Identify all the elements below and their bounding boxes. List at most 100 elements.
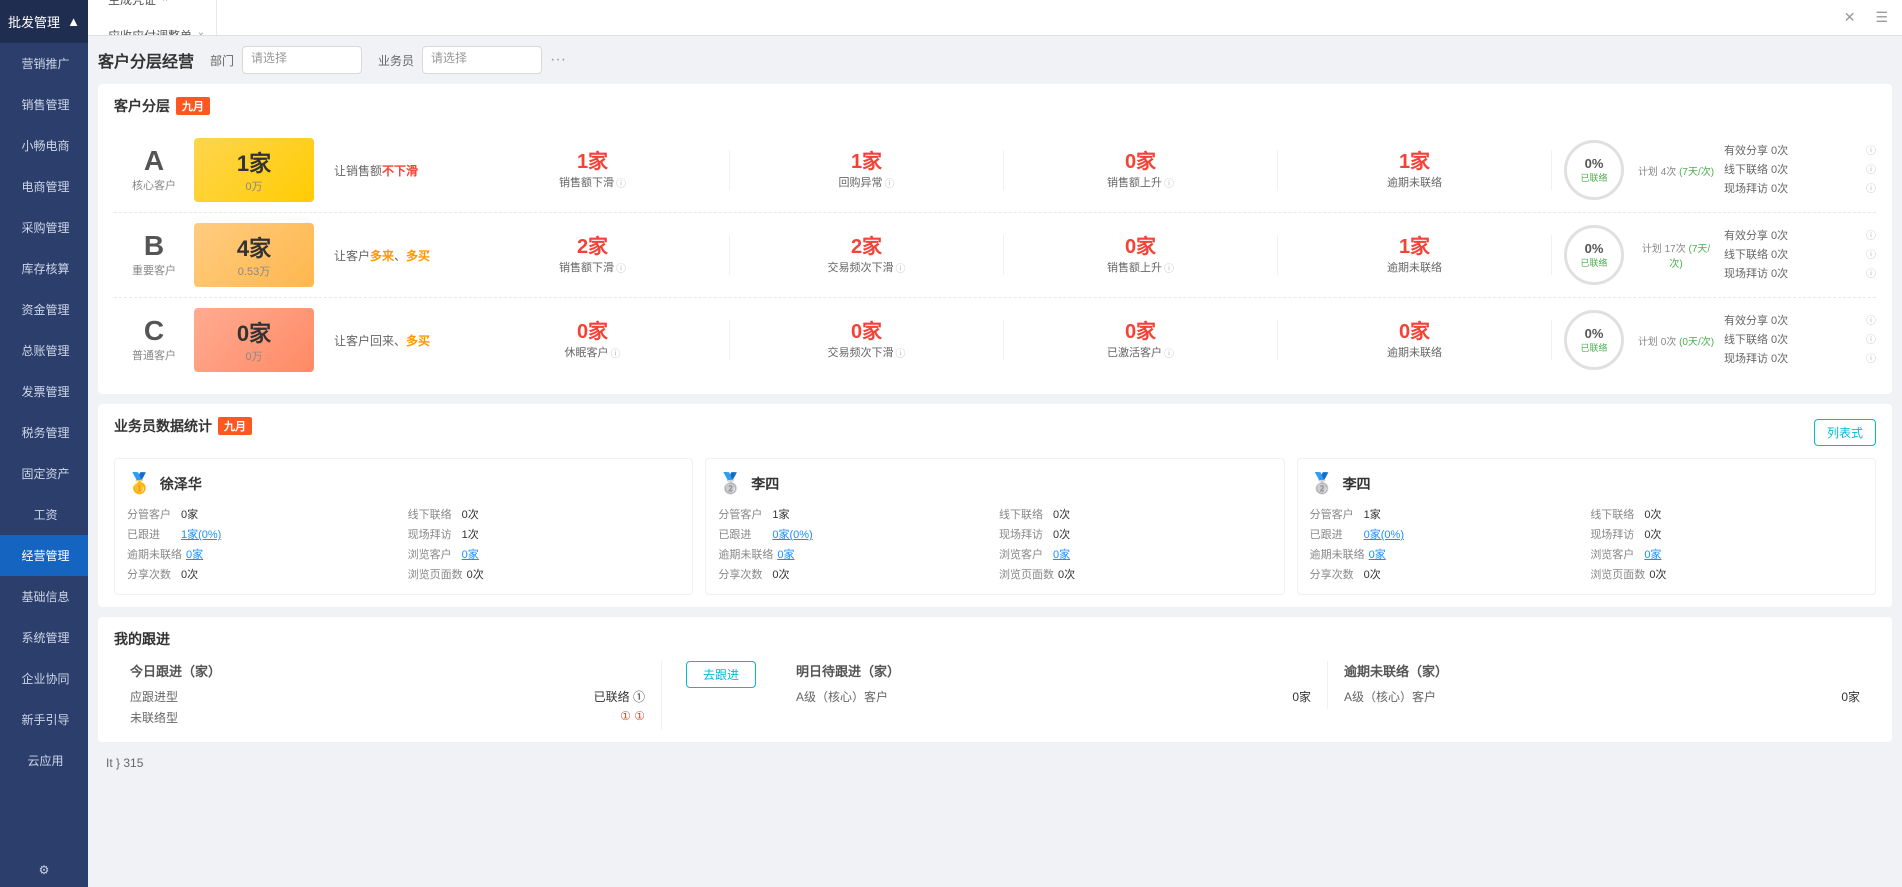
agent-stat-1-0: 分管客户1家	[718, 506, 991, 522]
stat-c-2: 0家 交易频次下滑 ⓘ	[730, 320, 1004, 360]
tier-amount-c: 0家 0万	[194, 308, 314, 372]
overdue-row-1: A级（核心）客户 0家	[1344, 688, 1860, 705]
tier-row-a: A 核心客户 1家 0万 让销售额不下滑 1家 销售额下滑 ⓘ 1家	[114, 128, 1876, 213]
agent-filter: 业务员 请选择 ···	[378, 46, 566, 74]
customer-month-badge: 九月	[176, 97, 210, 115]
agent-name-1: 李四	[751, 474, 779, 494]
sidebar-item-8[interactable]: 发票管理	[0, 371, 88, 412]
follow-section: 我的跟进 今日跟进（家） 应跟进型 已联络 ① 未联络型 ① ① 去跟进	[98, 617, 1892, 742]
sidebar-item-9[interactable]: 税务管理	[0, 412, 88, 453]
list-view-button[interactable]: 列表式	[1814, 419, 1876, 446]
agent-stat-1-1: 线下联络0次	[999, 506, 1272, 522]
sidebar-item-5[interactable]: 库存核算	[0, 248, 88, 289]
sidebar-item-0[interactable]: 营销推广	[0, 43, 88, 84]
tab-bar: 首页门店商品目录×销货单×店铺管理×生成凭证×应收应付调整单×工资表×工资统计报…	[88, 0, 1902, 36]
sidebar-item-16[interactable]: 新手引导	[0, 699, 88, 740]
sidebar-item-15[interactable]: 企业协同	[0, 658, 88, 699]
sidebar: 批发管理 ▲ 营销推广销售管理小畅电商电商管理采购管理库存核算资金管理总账管理发…	[0, 0, 88, 887]
stat-a-3: 0家 销售额上升 ⓘ	[1004, 150, 1278, 190]
agent-card-2: 🥈李四分管客户1家线下联络0次已跟进0家(0%)现场拜访0次逾期未联络0家浏览客…	[1297, 458, 1876, 595]
agent-stat-1-2: 已跟进0家(0%)	[718, 526, 991, 542]
tier-label-b: B 重要客户	[114, 232, 194, 278]
agent-name-2: 李四	[1343, 474, 1371, 494]
tab-label-5: 应收应付调整单	[108, 27, 192, 36]
dept-label: 部门	[210, 52, 234, 69]
stat-b-1: 2家 销售额下滑 ⓘ	[456, 235, 730, 275]
customer-section: 客户分层 九月 A 核心客户 1家 0万 让销售额不下滑 1家	[98, 84, 1892, 394]
customer-section-title: 客户分层 九月	[114, 96, 1876, 116]
sidebar-item-14[interactable]: 系统管理	[0, 617, 88, 658]
tomorrow-follow-col: 明日待跟进（家） A级（核心）客户 0家	[780, 661, 1328, 709]
agent-header-0: 🥇徐泽华	[127, 471, 680, 496]
stat-b-3: 0家 销售额上升 ⓘ	[1004, 235, 1278, 275]
tomorrow-follow-title: 明日待跟进（家）	[796, 661, 1311, 680]
tier-label-a: A 核心客户	[114, 147, 194, 193]
agent-stat-0-5: 浏览客户0家	[408, 546, 681, 562]
bottom-status: It } 315	[98, 752, 1892, 774]
agent-select[interactable]: 请选择	[422, 46, 542, 74]
sidebar-title: 批发管理	[8, 12, 60, 31]
filter-more-icon[interactable]: ···	[550, 51, 566, 69]
sidebar-collapse-icon: ▲	[67, 14, 80, 29]
stat-c-overdue: 0家 逾期未联络	[1278, 320, 1552, 360]
dept-select[interactable]: 请选择	[242, 46, 362, 74]
agent-label: 业务员	[378, 52, 414, 69]
follow-grid: 今日跟进（家） 应跟进型 已联络 ① 未联络型 ① ① 去跟进 明日待跟进（家）	[114, 661, 1876, 730]
contact-plan-a: 计划 4次 (7天/次)	[1636, 163, 1716, 178]
sidebar-item-13[interactable]: 基础信息	[0, 576, 88, 617]
tab-5[interactable]: 应收应付调整单×	[96, 18, 217, 37]
tab-4[interactable]: 生成凭证 ×	[96, 0, 217, 18]
agent-stat-0-0: 分管客户0家	[127, 506, 400, 522]
agent-card-0: 🥇徐泽华分管客户0家线下联络0次已跟进1家(0%)现场拜访1次逾期未联络0家浏览…	[114, 458, 693, 595]
tab-bar-end: ✕ ☰	[1838, 9, 1894, 26]
contact-plan-c: 计划 0次 (0天/次)	[1636, 333, 1716, 348]
agent-header-2: 🥈李四	[1310, 471, 1863, 496]
tab-menu-icon[interactable]: ☰	[1869, 9, 1894, 26]
go-follow-button[interactable]: 去跟进	[686, 661, 756, 688]
sidebar-item-3[interactable]: 电商管理	[0, 166, 88, 207]
agent-stats-0: 分管客户0家线下联络0次已跟进1家(0%)现场拜访1次逾期未联络0家浏览客户0家…	[127, 506, 680, 582]
sidebar-header[interactable]: 批发管理 ▲	[0, 0, 88, 43]
sidebar-item-17[interactable]: 云应用	[0, 740, 88, 781]
agent-card-1: 🥈李四分管客户1家线下联络0次已跟进0家(0%)现场拜访0次逾期未联络0家浏览客…	[705, 458, 1284, 595]
page-title: 客户分层经营	[98, 48, 194, 72]
sidebar-item-11[interactable]: 工资	[0, 494, 88, 535]
agent-stat-2-7: 浏览页面数0次	[1590, 566, 1863, 582]
sidebar-item-6[interactable]: 资金管理	[0, 289, 88, 330]
sidebar-item-12[interactable]: 经营管理	[0, 535, 88, 576]
stat-b-2: 2家 交易频次下滑 ⓘ	[730, 235, 1004, 275]
agent-stat-2-1: 线下联络0次	[1590, 506, 1863, 522]
sidebar-item-10[interactable]: 固定资产	[0, 453, 88, 494]
stat-c-1: 0家 休眠客户 ⓘ	[456, 320, 730, 360]
right-stats-b: 有效分享 0次 ⓘ 线下联络 0次 ⓘ 现场拜访 0次 ⓘ	[1716, 227, 1876, 284]
dept-filter: 部门 请选择	[210, 46, 362, 74]
tier-label-c: C 普通客户	[114, 317, 194, 363]
agent-stat-1-6: 分享次数0次	[718, 566, 991, 582]
stat-c-3: 0家 已激活客户 ⓘ	[1004, 320, 1278, 360]
tier-stats-c: 0家 休眠客户 ⓘ 0家 交易频次下滑 ⓘ 0家 已激活客户 ⓘ 0家 逾期未联…	[456, 310, 1716, 370]
biz-month-badge: 九月	[218, 417, 252, 435]
tier-amount-a: 1家 0万	[194, 138, 314, 202]
biz-section: 业务员数据统计 九月 列表式 🥇徐泽华分管客户0家线下联络0次已跟进1家(0%)…	[98, 404, 1892, 607]
content-area: 客户分层经营 部门 请选择 业务员 请选择 ··· 客户分层 九月	[88, 36, 1902, 887]
tier-suggestion-b: 让客户多来、多买	[326, 247, 456, 264]
agent-stat-2-5: 浏览客户0家	[1590, 546, 1863, 562]
agent-stats-2: 分管客户1家线下联络0次已跟进0家(0%)现场拜访0次逾期未联络0家浏览客户0家…	[1310, 506, 1863, 582]
today-follow-col: 今日跟进（家） 应跟进型 已联络 ① 未联络型 ① ①	[114, 661, 662, 730]
agent-stats-1: 分管客户1家线下联络0次已跟进0家(0%)现场拜访0次逾期未联络0家浏览客户0家…	[718, 506, 1271, 582]
tab-close-4[interactable]: ×	[162, 0, 168, 5]
sidebar-item-4[interactable]: 采购管理	[0, 207, 88, 248]
tab-label-4: 生成凭证	[108, 0, 156, 8]
gear-icon[interactable]: ⚙	[0, 853, 88, 887]
tier-row-b: B 重要客户 4家 0.53万 让客户多来、多买 2家 销售额下滑 ⓘ 2	[114, 213, 1876, 298]
tier-amount-b: 4家 0.53万	[194, 223, 314, 287]
sidebar-item-1[interactable]: 销售管理	[0, 84, 88, 125]
contact-circle-b: 0% 已联络	[1564, 225, 1624, 285]
agent-stat-0-3: 现场拜访1次	[408, 526, 681, 542]
tier-stats-b: 2家 销售额下滑 ⓘ 2家 交易频次下滑 ⓘ 0家 销售额上升 ⓘ 1家 逾期未…	[456, 225, 1716, 285]
sidebar-item-2[interactable]: 小畅电商	[0, 125, 88, 166]
agent-stat-0-7: 浏览页面数0次	[408, 566, 681, 582]
tab-close-all-icon[interactable]: ✕	[1838, 9, 1862, 26]
sidebar-item-7[interactable]: 总账管理	[0, 330, 88, 371]
tier-stats-a: 1家 销售额下滑 ⓘ 1家 回购异常 ⓘ 0家 销售额上升 ⓘ 1家 逾期未联络	[456, 140, 1716, 200]
